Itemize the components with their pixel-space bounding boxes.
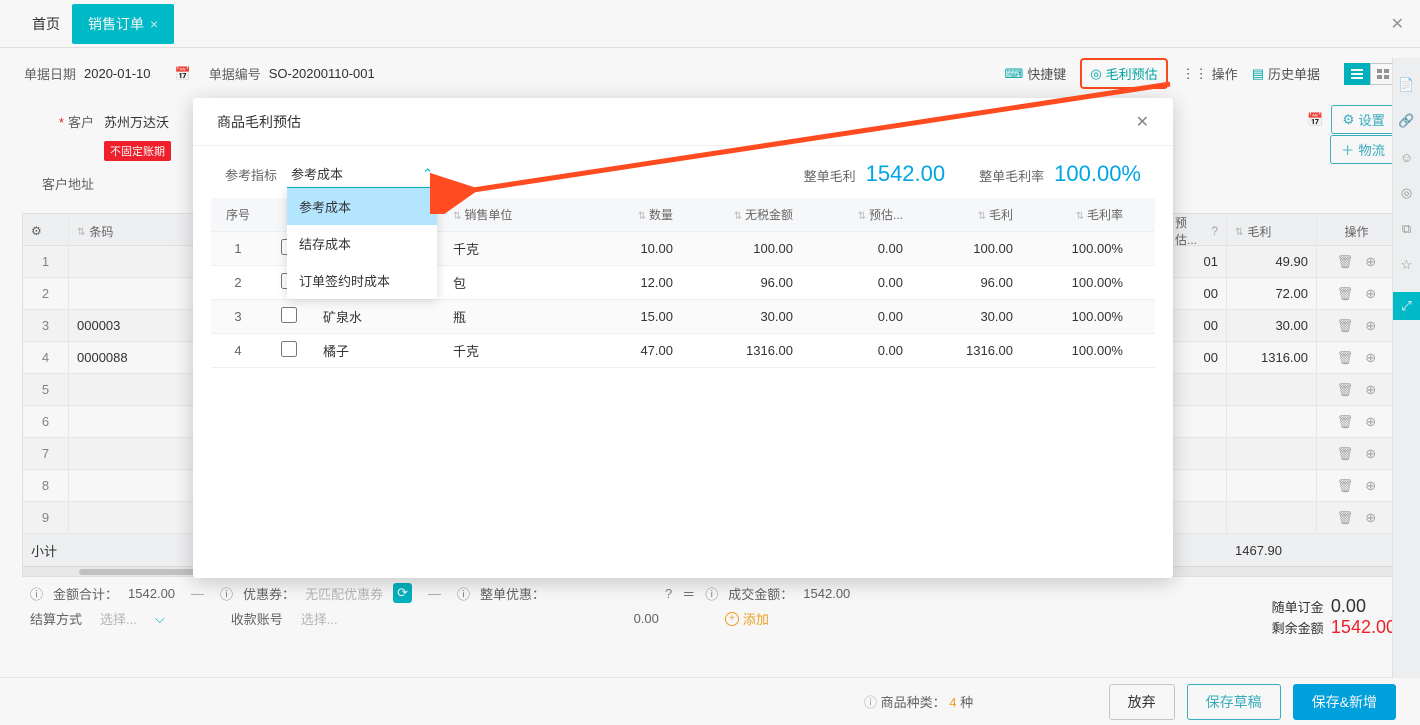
row-checkbox[interactable] bbox=[281, 341, 297, 357]
col-unit[interactable]: 销售单位 bbox=[443, 206, 573, 223]
col-profit[interactable]: 毛利 bbox=[913, 206, 1023, 223]
row-checkbox[interactable] bbox=[281, 307, 297, 323]
col-rate[interactable]: 毛利率 bbox=[1023, 206, 1133, 223]
table-row[interactable]: 3矿泉水瓶15.0030.000.0030.00100.00% bbox=[211, 300, 1155, 334]
modal-close-icon[interactable]: ✕ bbox=[1136, 112, 1149, 132]
col-notax[interactable]: 无税金额 bbox=[683, 206, 803, 223]
col-seq: 序号 bbox=[211, 206, 265, 223]
modal-title: 商品毛利预估 bbox=[217, 112, 301, 132]
dropdown-option[interactable]: 结存成本 bbox=[287, 225, 437, 262]
dropdown-option[interactable]: 订单签约时成本 bbox=[287, 262, 437, 299]
col-est[interactable]: 预估... bbox=[803, 206, 913, 223]
indicator-select[interactable]: 参考成本 ⌃ 参考成本 结存成本 订单签约时成本 bbox=[287, 160, 437, 188]
profit-modal: 商品毛利预估 ✕ 参考指标 参考成本 ⌃ 参考成本 结存成本 订单签约时成本 整… bbox=[193, 98, 1173, 578]
dropdown-option[interactable]: 参考成本 bbox=[287, 188, 437, 225]
chevron-up-icon: ⌃ bbox=[422, 166, 433, 182]
total-profit-value: 1542.00 bbox=[866, 161, 946, 187]
col-qty[interactable]: 数量 bbox=[573, 206, 683, 223]
indicator-dropdown: 参考成本 结存成本 订单签约时成本 bbox=[287, 188, 437, 299]
table-row[interactable]: 4橘子千克47.001316.000.001316.00100.00% bbox=[211, 334, 1155, 368]
indicator-label: 参考指标 bbox=[225, 165, 277, 184]
total-rate-value: 100.00% bbox=[1054, 161, 1141, 187]
